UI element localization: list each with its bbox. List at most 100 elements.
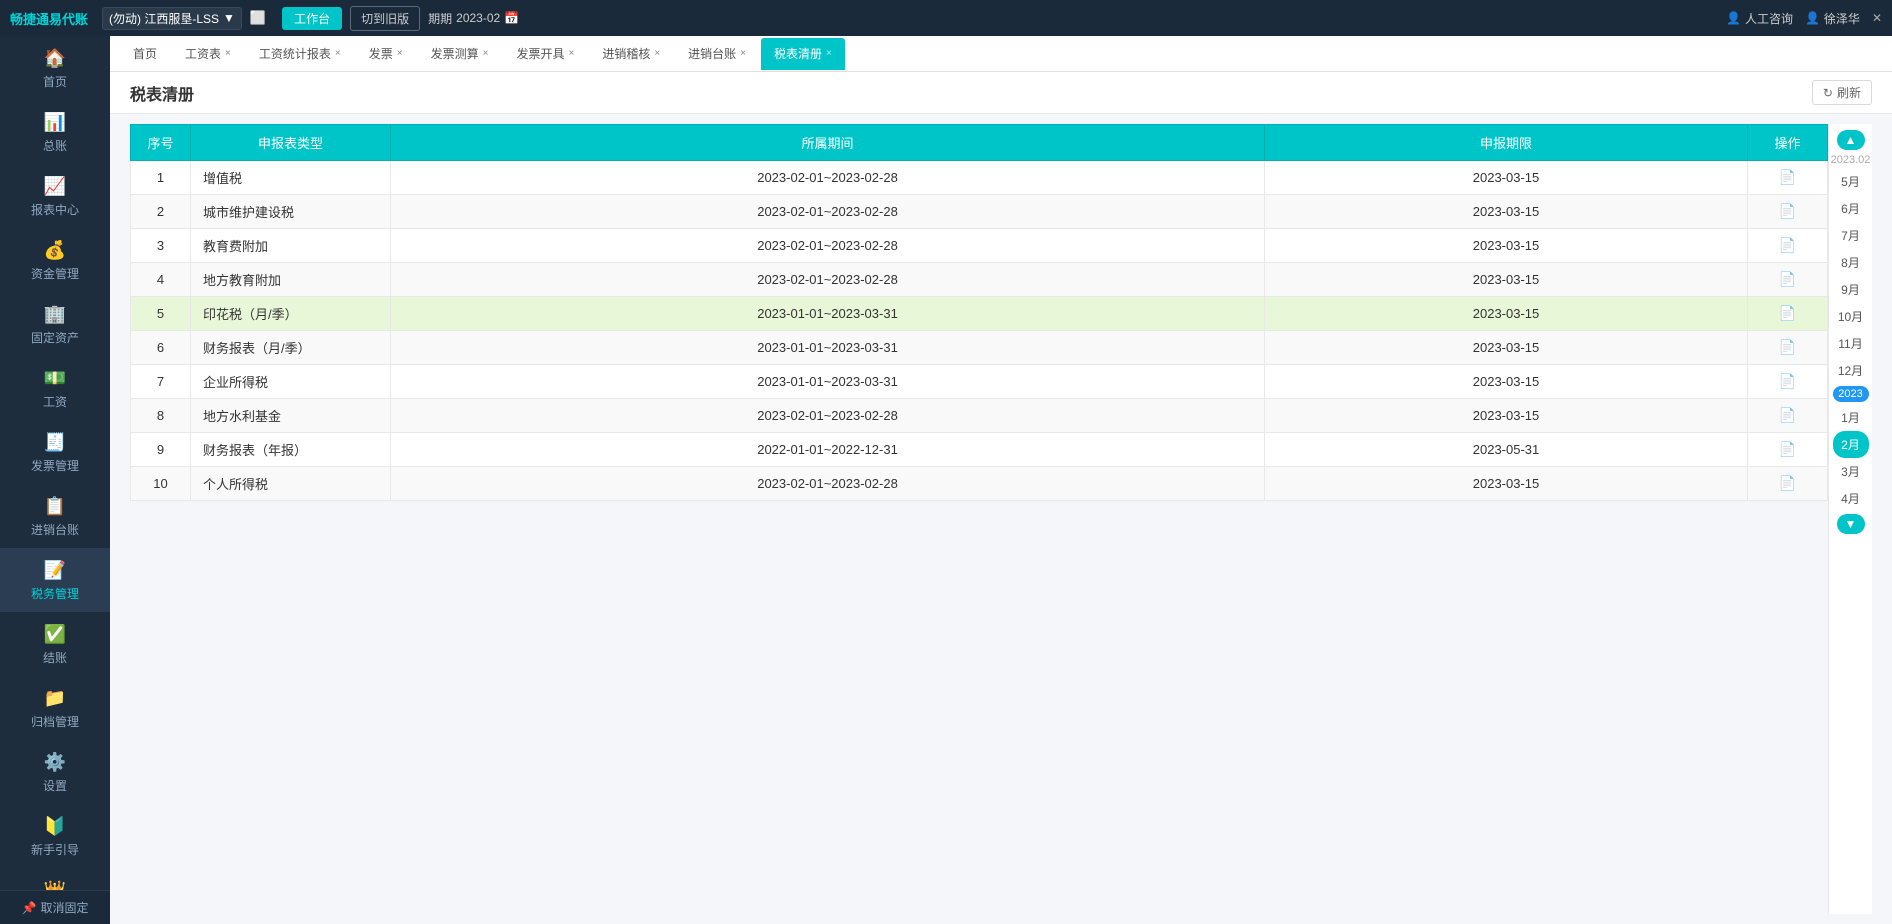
tab-invoice-close[interactable]: × — [397, 48, 403, 59]
sidebar-item-reports[interactable]: 📈 报表中心 — [0, 164, 110, 228]
sidebar-item-guide[interactable]: 🔰 新手引导 — [0, 804, 110, 868]
tab-invoice-calc[interactable]: 发票测算 × — [418, 38, 502, 70]
cell-action-9[interactable]: 📄 — [1748, 467, 1828, 501]
cell-deadline-8: 2023-05-31 — [1265, 433, 1748, 467]
col-header-type: 申报表类型 — [191, 125, 391, 161]
cal-month-1[interactable]: 1月 — [1833, 404, 1869, 431]
cal-month-2[interactable]: 2月 — [1833, 431, 1869, 458]
cell-period-1: 2023-02-01~2023-02-28 — [391, 195, 1265, 229]
tab-invoice[interactable]: 发票 × — [356, 38, 416, 70]
tab-invoice-issue[interactable]: 发票开具 × — [503, 38, 587, 70]
cal-month-6[interactable]: 6月 — [1833, 195, 1869, 222]
sidebar-bottom-pin[interactable]: 📌 取消固定 — [0, 890, 110, 924]
cell-deadline-2: 2023-03-15 — [1265, 229, 1748, 263]
doc-icon-9[interactable]: 📄 — [1779, 475, 1796, 491]
cell-no-3: 4 — [131, 263, 191, 297]
sidebar-item-salary[interactable]: 💵 工资 — [0, 356, 110, 420]
sidebar-item-archive[interactable]: 📁 归档管理 — [0, 676, 110, 740]
cell-no-5: 6 — [131, 331, 191, 365]
cal-month-11[interactable]: 11月 — [1833, 330, 1869, 357]
table-wrapper: 序号 申报表类型 所属期间 申报期限 操作 1 增值税 2023-02-01~2… — [110, 114, 1892, 924]
tab-salary-table-label: 工资表 — [185, 45, 221, 62]
sidebar-item-settings[interactable]: ⚙️ 设置 — [0, 740, 110, 804]
sidebar-item-tax[interactable]: 📝 税务管理 — [0, 548, 110, 612]
tab-tax-list[interactable]: 税表清册 × — [761, 38, 845, 70]
cell-deadline-0: 2023-03-15 — [1265, 161, 1748, 195]
doc-icon-3[interactable]: 📄 — [1779, 271, 1796, 287]
cal-month-7[interactable]: 7月 — [1833, 222, 1869, 249]
tab-invoice-calc-close[interactable]: × — [483, 48, 489, 59]
copy-icon[interactable]: ⬜ — [250, 10, 266, 26]
sidebar-item-invoice[interactable]: 🧾 发票管理 — [0, 420, 110, 484]
user-name: 徐泽华 — [1824, 10, 1860, 27]
tab-sales-audit-label: 进销稽核 — [602, 45, 650, 62]
sidebar-item-ledger[interactable]: 📊 总账 — [0, 100, 110, 164]
doc-icon-7[interactable]: 📄 — [1779, 407, 1796, 423]
tab-sales-ledger-label: 进销台账 — [688, 45, 736, 62]
calendar-icon[interactable]: 📅 — [504, 11, 519, 25]
oldview-button[interactable]: 切到旧版 — [350, 6, 420, 31]
calendar-nav-down[interactable]: ▼ — [1837, 514, 1865, 534]
doc-icon-8[interactable]: 📄 — [1779, 441, 1796, 457]
doc-icon-1[interactable]: 📄 — [1779, 203, 1796, 219]
cell-action-2[interactable]: 📄 — [1748, 229, 1828, 263]
doc-icon-6[interactable]: 📄 — [1779, 373, 1796, 389]
cal-month-10[interactable]: 10月 — [1833, 303, 1869, 330]
sidebar-item-purchase-sales[interactable]: 📋 进销台账 — [0, 484, 110, 548]
cal-month-3[interactable]: 3月 — [1833, 458, 1869, 485]
cal-month-4[interactable]: 4月 — [1833, 485, 1869, 512]
cal-month-8[interactable]: 8月 — [1833, 249, 1869, 276]
tab-tax-list-label: 税表清册 — [774, 45, 822, 62]
tab-tax-list-close[interactable]: × — [826, 48, 832, 59]
tab-salary-stats[interactable]: 工资统计报表 × — [246, 38, 354, 70]
company-selector[interactable]: (勿动) 江西服垦-LSS ▼ — [102, 7, 242, 30]
tab-home-label: 首页 — [133, 45, 157, 62]
customer-service[interactable]: 👤 人工咨询 — [1726, 10, 1793, 27]
cell-action-8[interactable]: 📄 — [1748, 433, 1828, 467]
tab-sales-ledger[interactable]: 进销台账 × — [675, 38, 759, 70]
workspace-button[interactable]: 工作台 — [282, 7, 342, 30]
cell-action-0[interactable]: 📄 — [1748, 161, 1828, 195]
sidebar-item-funds[interactable]: 💰 资金管理 — [0, 228, 110, 292]
cell-period-0: 2023-02-01~2023-02-28 — [391, 161, 1265, 195]
table-row: 4 地方教育附加 2023-02-01~2023-02-28 2023-03-1… — [131, 263, 1828, 297]
user-profile[interactable]: 👤 徐泽华 — [1805, 10, 1860, 27]
doc-icon-0[interactable]: 📄 — [1779, 169, 1796, 185]
tab-sales-audit[interactable]: 进销稽核 × — [589, 38, 673, 70]
tab-sales-ledger-close[interactable]: × — [740, 48, 746, 59]
tab-salary-stats-close[interactable]: × — [335, 48, 341, 59]
sidebar-item-close-period[interactable]: ✅ 结账 — [0, 612, 110, 676]
cal-month-12[interactable]: 12月 — [1833, 357, 1869, 384]
cell-period-5: 2023-01-01~2023-03-31 — [391, 331, 1265, 365]
doc-icon-5[interactable]: 📄 — [1779, 339, 1796, 355]
tab-home[interactable]: 首页 — [120, 38, 170, 70]
sidebar-item-home[interactable]: 🏠 首页 — [0, 36, 110, 100]
tab-invoice-issue-close[interactable]: × — [568, 48, 574, 59]
refresh-button[interactable]: ↻ 刷新 — [1812, 80, 1872, 105]
cell-action-1[interactable]: 📄 — [1748, 195, 1828, 229]
doc-icon-2[interactable]: 📄 — [1779, 237, 1796, 253]
cal-month-5[interactable]: 5月 — [1833, 168, 1869, 195]
close-icon[interactable]: ✕ — [1872, 11, 1882, 25]
tab-salary-table-close[interactable]: × — [225, 48, 231, 59]
cell-action-5[interactable]: 📄 — [1748, 331, 1828, 365]
company-name: (勿动) 江西服垦-LSS — [109, 10, 219, 27]
calendar-nav-up[interactable]: ▲ — [1837, 130, 1865, 150]
col-header-no: 序号 — [131, 125, 191, 161]
tab-salary-table[interactable]: 工资表 × — [172, 38, 244, 70]
cell-action-6[interactable]: 📄 — [1748, 365, 1828, 399]
tab-salary-stats-label: 工资统计报表 — [259, 45, 331, 62]
sidebar-item-assets[interactable]: 🏢 固定资产 — [0, 292, 110, 356]
table-container: 序号 申报表类型 所属期间 申报期限 操作 1 增值税 2023-02-01~2… — [130, 124, 1828, 914]
tab-sales-audit-close[interactable]: × — [654, 48, 660, 59]
cell-type-4: 印花税（月/季） — [191, 297, 391, 331]
cell-action-3[interactable]: 📄 — [1748, 263, 1828, 297]
cell-period-6: 2023-01-01~2023-03-31 — [391, 365, 1265, 399]
cell-action-7[interactable]: 📄 — [1748, 399, 1828, 433]
reports-icon: 📈 — [44, 176, 66, 197]
table-row: 10 个人所得税 2023-02-01~2023-02-28 2023-03-1… — [131, 467, 1828, 501]
cal-month-9[interactable]: 9月 — [1833, 276, 1869, 303]
cell-deadline-5: 2023-03-15 — [1265, 331, 1748, 365]
doc-icon-4[interactable]: 📄 — [1779, 305, 1796, 321]
cell-action-4[interactable]: 📄 — [1748, 297, 1828, 331]
